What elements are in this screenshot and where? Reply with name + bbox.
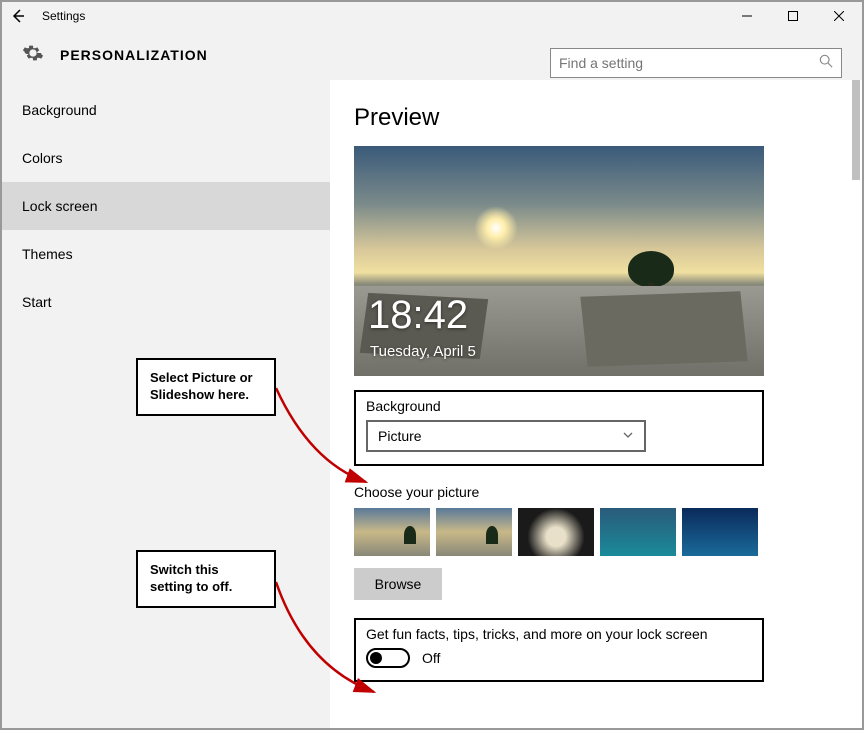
minimize-icon — [742, 11, 752, 21]
content-pane: Preview 18:42 Tuesday, April 5 Backgroun… — [330, 80, 862, 728]
close-button[interactable] — [816, 2, 862, 30]
sidebar-item-label: Start — [22, 294, 52, 310]
funfacts-label: Get fun facts, tips, tricks, and more on… — [366, 626, 752, 642]
category-title: PERSONALIZATION — [60, 47, 208, 63]
picture-thumb[interactable] — [600, 508, 676, 556]
picture-thumb[interactable] — [354, 508, 430, 556]
background-section: Background Picture — [354, 390, 764, 466]
toggle-state-label: Off — [422, 650, 440, 666]
window-controls — [724, 2, 862, 30]
maximize-icon — [788, 11, 798, 21]
settings-window: Settings PERSONALIZATION Background Colo… — [0, 0, 864, 730]
search-input[interactable] — [559, 55, 819, 71]
back-arrow-icon — [10, 8, 26, 24]
chevron-down-icon — [622, 428, 634, 444]
background-dropdown[interactable]: Picture — [366, 420, 646, 452]
background-label: Background — [366, 398, 752, 414]
search-icon — [819, 54, 833, 73]
sidebar-item-lock-screen[interactable]: Lock screen — [2, 182, 330, 230]
sidebar-item-themes[interactable]: Themes — [2, 230, 330, 278]
funfacts-section: Get fun facts, tips, tricks, and more on… — [354, 618, 764, 682]
sidebar-item-label: Themes — [22, 246, 73, 262]
picture-thumb[interactable] — [682, 508, 758, 556]
sidebar-item-label: Background — [22, 102, 97, 118]
picture-thumb[interactable] — [436, 508, 512, 556]
back-button[interactable] — [2, 2, 34, 30]
choose-picture-label: Choose your picture — [354, 484, 838, 500]
sidebar-item-colors[interactable]: Colors — [2, 134, 330, 182]
annotation-callout-1: Select Picture or Slideshow here. — [136, 358, 276, 416]
browse-button[interactable]: Browse — [354, 568, 442, 600]
sidebar-item-background[interactable]: Background — [2, 86, 330, 134]
sidebar-item-start[interactable]: Start — [2, 278, 330, 326]
preview-sun — [474, 206, 518, 250]
funfacts-toggle[interactable] — [366, 648, 410, 668]
scrollbar[interactable] — [852, 80, 860, 180]
gear-icon — [22, 42, 44, 69]
search-box[interactable] — [550, 48, 842, 78]
preview-heading: Preview — [354, 104, 838, 132]
sidebar-item-label: Lock screen — [22, 198, 97, 214]
preview-clock: 18:42 — [368, 293, 468, 338]
preview-date: Tuesday, April 5 — [370, 343, 476, 360]
window-title: Settings — [42, 9, 85, 23]
titlebar: Settings — [2, 2, 862, 30]
sidebar-item-label: Colors — [22, 150, 62, 166]
close-icon — [834, 11, 844, 21]
lock-screen-preview: 18:42 Tuesday, April 5 — [354, 146, 764, 376]
maximize-button[interactable] — [770, 2, 816, 30]
picture-thumb[interactable] — [518, 508, 594, 556]
minimize-button[interactable] — [724, 2, 770, 30]
annotation-callout-2: Switch this setting to off. — [136, 550, 276, 608]
picture-thumbnails — [354, 508, 838, 556]
dropdown-value: Picture — [378, 428, 422, 444]
